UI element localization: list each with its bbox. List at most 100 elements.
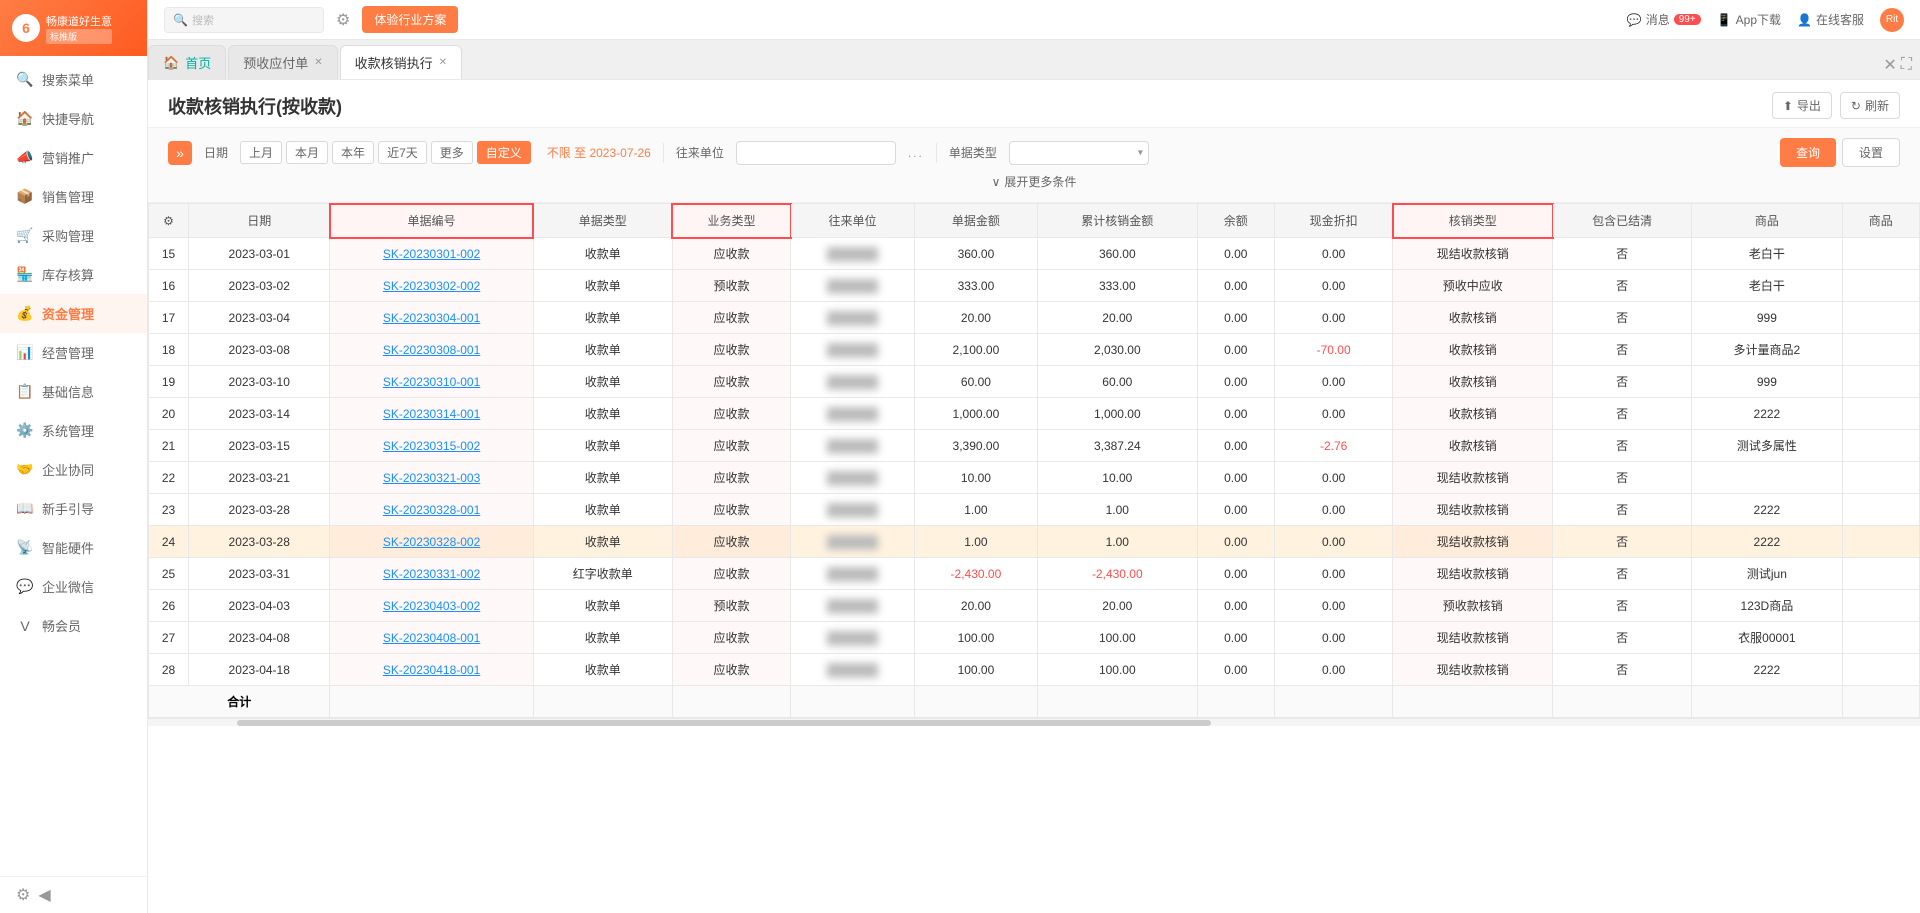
sidebar-item-wechat[interactable]: 💬企业微信 bbox=[0, 567, 147, 606]
sidebar-item-hardware[interactable]: 📡智能硬件 bbox=[0, 528, 147, 567]
sidebar-item-member[interactable]: V畅会员 bbox=[0, 606, 147, 645]
sidebar-item-label-purchase: 采购管理 bbox=[42, 226, 94, 245]
message-item[interactable]: 💬 消息 99+ bbox=[1627, 11, 1701, 28]
cell-goods2 bbox=[1842, 654, 1919, 686]
singleno-link[interactable]: SK-20230331-002 bbox=[383, 567, 480, 581]
topbar-search-box[interactable]: 🔍 搜索 bbox=[164, 7, 324, 33]
singleno-link[interactable]: SK-20230321-003 bbox=[383, 471, 480, 485]
cell-writetype: 现结收款核销 bbox=[1393, 526, 1553, 558]
sidebar-item-inventory[interactable]: 🏪库存核算 bbox=[0, 255, 147, 294]
sidebar-item-marketing[interactable]: 📣营销推广 bbox=[0, 138, 147, 177]
col-header-gear[interactable]: ⚙ bbox=[149, 204, 189, 238]
singleno-link[interactable]: SK-20230301-002 bbox=[383, 247, 480, 261]
table-row: 26 2023-04-03 SK-20230403-002 收款单 预收款 ██… bbox=[149, 590, 1920, 622]
query-button[interactable]: 查询 bbox=[1780, 138, 1836, 167]
collapse-icon[interactable]: ◀ bbox=[38, 885, 50, 905]
sidebar-item-search[interactable]: 🔍搜索菜单 bbox=[0, 60, 147, 99]
expand-tab-btn[interactable]: ⛶ bbox=[1901, 56, 1912, 74]
filter-expand-button[interactable]: » bbox=[168, 141, 192, 165]
date-btn-last-month[interactable]: 上月 bbox=[240, 141, 282, 164]
receipt-type-select[interactable] bbox=[1009, 141, 1149, 165]
cell-amount: 360.00 bbox=[914, 238, 1037, 270]
singleno-link[interactable]: SK-20230418-001 bbox=[383, 663, 480, 677]
horizontal-scrollbar[interactable] bbox=[148, 718, 1920, 726]
sidebar-item-collab[interactable]: 🤝企业协同 bbox=[0, 450, 147, 489]
date-btn-7days[interactable]: 近7天 bbox=[378, 141, 427, 164]
tab-writeoff[interactable]: 收款核销执行 ✕ bbox=[340, 45, 462, 79]
date-btn-this-year[interactable]: 本年 bbox=[332, 141, 374, 164]
tab-prepay[interactable]: 预收应付单 ✕ bbox=[228, 45, 337, 79]
singleno-link[interactable]: SK-20230310-001 bbox=[383, 375, 480, 389]
sidebar-item-purchase[interactable]: 🛒采购管理 bbox=[0, 216, 147, 255]
topbar-gear-icon[interactable]: ⚙ bbox=[336, 10, 350, 30]
sidebar-item-guide[interactable]: 📖新手引导 bbox=[0, 489, 147, 528]
cell-amount: 100.00 bbox=[914, 622, 1037, 654]
cell-writeoff: 1,000.00 bbox=[1037, 398, 1197, 430]
singleno-link[interactable]: SK-20230403-002 bbox=[383, 599, 480, 613]
cell-writetype: 现结收款核销 bbox=[1393, 558, 1553, 590]
footer-singleno bbox=[330, 686, 533, 718]
cell-discount: 0.00 bbox=[1274, 398, 1392, 430]
cell-singletype: 收款单 bbox=[533, 270, 672, 302]
online-service-item[interactable]: 👤 在线客服 bbox=[1797, 11, 1864, 28]
sidebar-item-sales[interactable]: 📦销售管理 bbox=[0, 177, 147, 216]
tab-prepay-close[interactable]: ✕ bbox=[314, 57, 322, 68]
settings-icon[interactable]: ⚙ bbox=[16, 885, 30, 905]
cell-biztype: 应收款 bbox=[672, 654, 790, 686]
cell-writetype: 收款核销 bbox=[1393, 366, 1553, 398]
sidebar-item-finance[interactable]: 💰资金管理 bbox=[0, 294, 147, 333]
date-btn-more[interactable]: 更多 bbox=[431, 141, 473, 164]
singleno-link[interactable]: SK-20230408-001 bbox=[383, 631, 480, 645]
filter-settings-button[interactable]: 设置 bbox=[1842, 138, 1900, 167]
close-tab-btn[interactable]: ✕ bbox=[1883, 55, 1896, 75]
cell-goods2 bbox=[1842, 590, 1919, 622]
cell-date: 2023-04-03 bbox=[189, 590, 330, 622]
cell-singleno: SK-20230328-001 bbox=[330, 494, 533, 526]
sidebar-item-label-inventory: 库存核算 bbox=[42, 265, 94, 284]
tab-home[interactable]: 🏠 首页 bbox=[148, 45, 226, 79]
sidebar-item-basic[interactable]: 📋基础信息 bbox=[0, 372, 147, 411]
expand-more-conditions[interactable]: ∨ 展开更多条件 bbox=[168, 167, 1900, 192]
sidebar-item-operation[interactable]: 📊经营管理 bbox=[0, 333, 147, 372]
search-icon: 🔍 bbox=[173, 13, 188, 27]
singleno-link[interactable]: SK-20230328-002 bbox=[383, 535, 480, 549]
refresh-button[interactable]: ↻ 刷新 bbox=[1840, 92, 1900, 119]
cell-include-settled: 否 bbox=[1553, 302, 1692, 334]
cell-singleno: SK-20230331-002 bbox=[330, 558, 533, 590]
table-gear-icon[interactable]: ⚙ bbox=[163, 214, 174, 228]
singleno-link[interactable]: SK-20230315-002 bbox=[383, 439, 480, 453]
singleno-link[interactable]: SK-20230304-001 bbox=[383, 311, 480, 325]
cell-singletype: 收款单 bbox=[533, 238, 672, 270]
date-btn-this-month[interactable]: 本月 bbox=[286, 141, 328, 164]
cell-balance: 0.00 bbox=[1197, 398, 1274, 430]
sidebar-logo: 6 畅康道好生意 标推版 bbox=[0, 0, 147, 56]
cell-biztype: 应收款 bbox=[672, 462, 790, 494]
cell-num: 25 bbox=[149, 558, 189, 590]
cell-balance: 0.00 bbox=[1197, 302, 1274, 334]
cell-singletype: 收款单 bbox=[533, 366, 672, 398]
singleno-link[interactable]: SK-20230302-002 bbox=[383, 279, 480, 293]
industry-solution-button[interactable]: 体验行业方案 bbox=[362, 6, 458, 33]
sidebar-item-system[interactable]: ⚙️系统管理 bbox=[0, 411, 147, 450]
cell-writeoff: 20.00 bbox=[1037, 590, 1197, 622]
cell-balance: 0.00 bbox=[1197, 622, 1274, 654]
date-btn-custom[interactable]: 自定义 bbox=[477, 141, 531, 164]
app-download-item[interactable]: 📱 App下载 bbox=[1717, 11, 1781, 28]
partner-filter-input[interactable] bbox=[736, 141, 896, 165]
user-avatar[interactable]: Rit bbox=[1880, 8, 1904, 32]
cell-discount: 0.00 bbox=[1274, 302, 1392, 334]
cell-partner: ██████ bbox=[791, 526, 915, 558]
export-button[interactable]: ⬆ 导出 bbox=[1772, 92, 1832, 119]
sidebar-item-quick[interactable]: 🏠快捷导航 bbox=[0, 99, 147, 138]
singleno-link[interactable]: SK-20230314-001 bbox=[383, 407, 480, 421]
table-row: 25 2023-03-31 SK-20230331-002 红字收款单 应收款 … bbox=[149, 558, 1920, 590]
cell-discount: 0.00 bbox=[1274, 366, 1392, 398]
singleno-link[interactable]: SK-20230328-001 bbox=[383, 503, 480, 517]
singleno-link[interactable]: SK-20230308-001 bbox=[383, 343, 480, 357]
filter-separator-2 bbox=[936, 143, 937, 163]
tab-writeoff-close[interactable]: ✕ bbox=[439, 57, 447, 68]
cell-writetype: 现结收款核销 bbox=[1393, 462, 1553, 494]
cell-date: 2023-03-10 bbox=[189, 366, 330, 398]
col-header-writetype: 核销类型 bbox=[1393, 204, 1553, 238]
table-row: 19 2023-03-10 SK-20230310-001 收款单 应收款 ██… bbox=[149, 366, 1920, 398]
